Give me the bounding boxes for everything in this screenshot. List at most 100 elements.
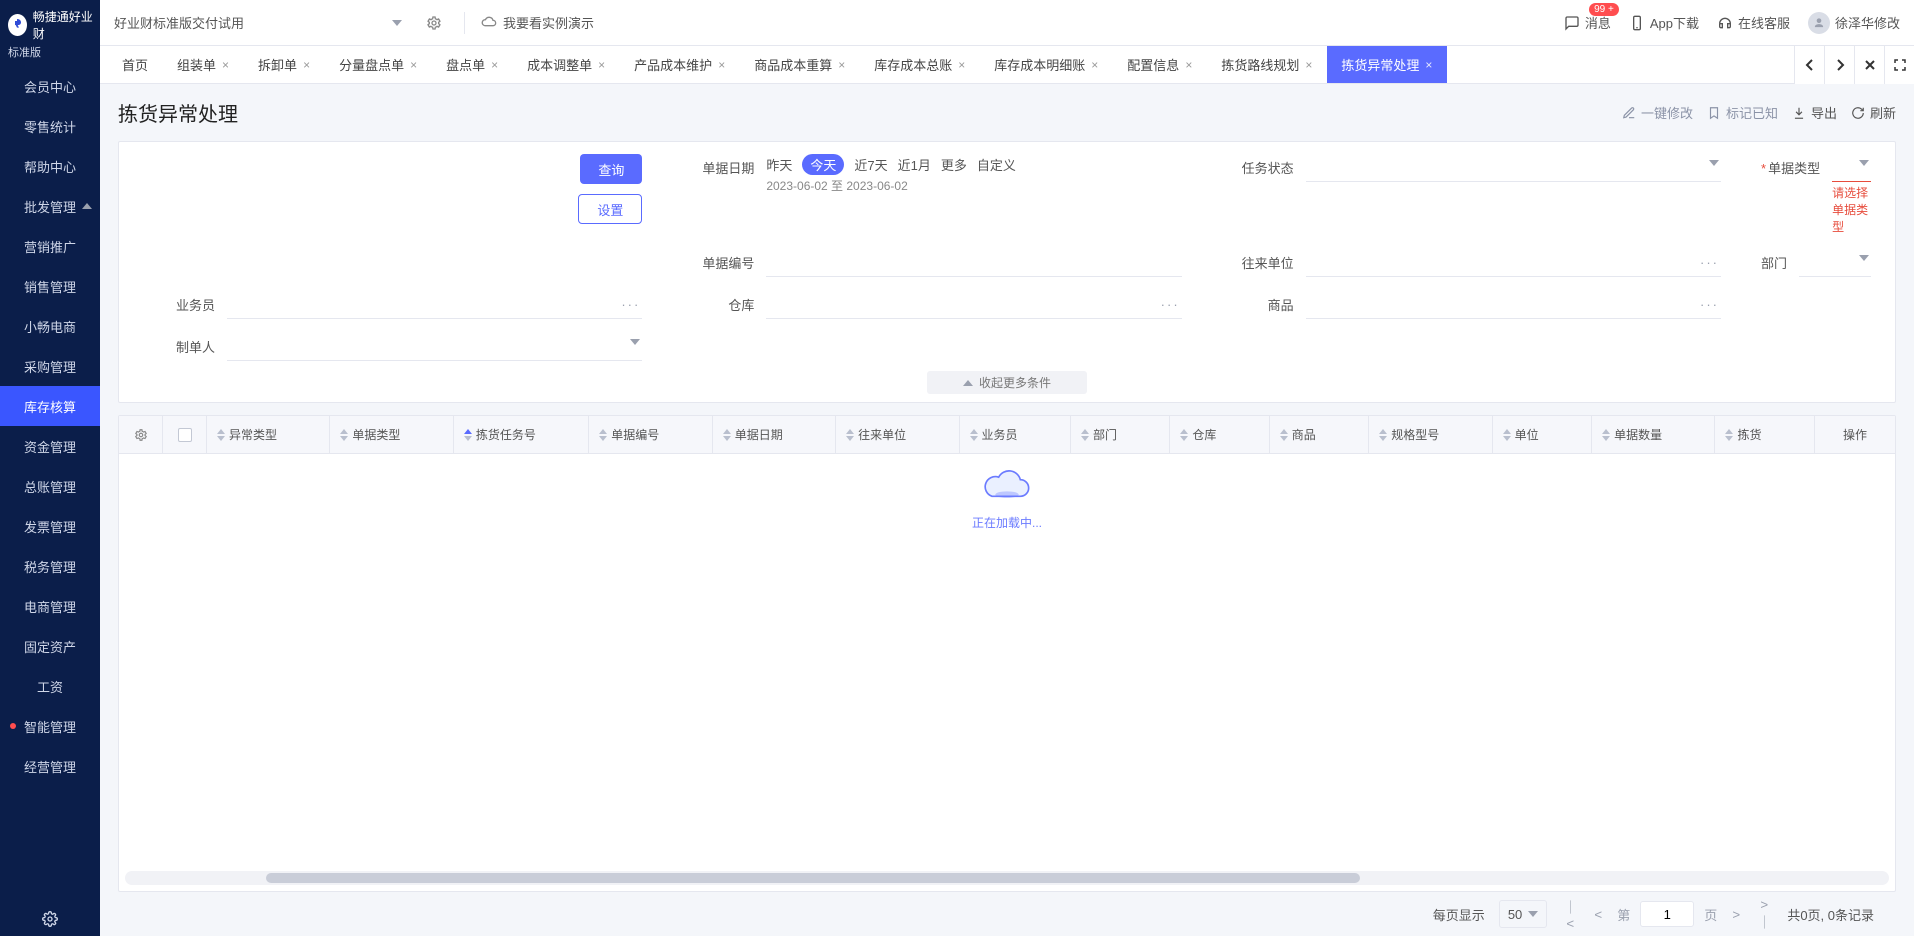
sidebar-item-1[interactable]: 零售统计 [0, 106, 100, 146]
lookup-icon[interactable]: ··· [1700, 255, 1719, 270]
doc-no-input[interactable] [766, 249, 1181, 277]
sidebar-item-11[interactable]: 发票管理 [0, 506, 100, 546]
preset-today[interactable]: 今天 [802, 154, 844, 175]
tab-5[interactable]: 成本调整单× [513, 46, 620, 83]
close-icon[interactable]: × [222, 58, 229, 72]
settings-gear[interactable] [420, 9, 448, 37]
preset-more[interactable]: 更多 [941, 155, 967, 174]
per-page-select[interactable]: 50 [1499, 900, 1547, 928]
preset-yesterday[interactable]: 昨天 [766, 155, 792, 174]
user-menu[interactable]: 徐泽华修改 [1808, 12, 1900, 34]
close-icon[interactable]: × [1425, 58, 1432, 72]
sidebar-item-5[interactable]: 销售管理 [0, 266, 100, 306]
close-icon[interactable]: × [718, 58, 725, 72]
demo-link[interactable]: 我要看实例演示 [481, 13, 594, 32]
sidebar-item-15[interactable]: 工资 [0, 666, 100, 706]
task-status-input[interactable] [1306, 154, 1721, 182]
sidebar-item-12[interactable]: 税务管理 [0, 546, 100, 586]
page-number-input[interactable] [1640, 901, 1694, 927]
column-7[interactable]: 部门 [1071, 416, 1170, 453]
column-2[interactable]: 拣货任务号 [454, 416, 589, 453]
tab-12[interactable]: 拣货异常处理× [1327, 46, 1447, 83]
column-0[interactable]: 异常类型 [207, 416, 330, 453]
column-9[interactable]: 商品 [1270, 416, 1369, 453]
tab-1[interactable]: 组装单× [163, 46, 244, 83]
sidebar-item-6[interactable]: 小畅电商 [0, 306, 100, 346]
page-first[interactable]: ｜< [1561, 905, 1579, 923]
sidebar-item-8[interactable]: 库存核算 [0, 386, 100, 426]
lookup-icon[interactable]: ··· [1161, 297, 1180, 312]
close-icon[interactable]: × [1305, 58, 1312, 72]
partner-input[interactable] [1306, 249, 1721, 277]
dept-input[interactable] [1799, 249, 1871, 277]
column-13[interactable]: 拣货 [1715, 416, 1814, 453]
column-settings[interactable] [119, 416, 163, 453]
sidebar-item-9[interactable]: 资金管理 [0, 426, 100, 466]
tabs-prev[interactable] [1794, 46, 1824, 84]
column-3[interactable]: 单据编号 [589, 416, 712, 453]
sidebar-item-0[interactable]: 会员中心 [0, 66, 100, 106]
column-1[interactable]: 单据类型 [330, 416, 453, 453]
close-icon[interactable]: × [958, 58, 965, 72]
tab-8[interactable]: 库存成本总账× [860, 46, 980, 83]
sidebar-item-16[interactable]: 智能管理 [0, 706, 100, 746]
tab-3[interactable]: 分量盘点单× [325, 46, 432, 83]
close-icon[interactable]: × [303, 58, 310, 72]
lookup-icon[interactable]: ··· [621, 297, 640, 312]
app-download[interactable]: App下载 [1629, 13, 1699, 32]
column-11[interactable]: 单位 [1493, 416, 1592, 453]
tab-9[interactable]: 库存成本明细账× [980, 46, 1113, 83]
sidebar-item-13[interactable]: 电商管理 [0, 586, 100, 626]
tabs-close-all[interactable] [1854, 46, 1884, 84]
tabs-fullscreen[interactable] [1884, 46, 1914, 84]
column-6[interactable]: 业务员 [960, 416, 1071, 453]
tab-7[interactable]: 商品成本重算× [740, 46, 860, 83]
sidebar-item-17[interactable]: 经营管理 [0, 746, 100, 786]
lookup-icon[interactable]: ··· [1700, 297, 1719, 312]
sidebar-item-10[interactable]: 总账管理 [0, 466, 100, 506]
filter-settings-button[interactable]: 设置 [578, 194, 642, 224]
horizontal-scrollbar[interactable] [125, 871, 1889, 885]
close-icon[interactable]: × [1091, 58, 1098, 72]
page-last[interactable]: >｜ [1755, 905, 1773, 923]
tab-2[interactable]: 拆卸单× [244, 46, 325, 83]
suite-selector[interactable]: 好业财标准版交付试用 [114, 13, 402, 32]
sidebar-item-2[interactable]: 帮助中心 [0, 146, 100, 186]
messages-button[interactable]: 消息 99 + [1564, 13, 1611, 32]
support[interactable]: 在线客服 [1717, 13, 1790, 32]
sidebar-item-3[interactable]: 批发管理 [0, 186, 100, 226]
scrollbar-thumb[interactable] [266, 873, 1360, 883]
column-8[interactable]: 仓库 [1170, 416, 1269, 453]
search-button[interactable]: 查询 [580, 154, 642, 184]
tab-11[interactable]: 拣货路线规划× [1207, 46, 1327, 83]
sidebar-item-7[interactable]: 采购管理 [0, 346, 100, 386]
creator-input[interactable] [227, 333, 642, 361]
tabs-next[interactable] [1824, 46, 1854, 84]
column-5[interactable]: 往来单位 [836, 416, 959, 453]
tab-6[interactable]: 产品成本维护× [620, 46, 740, 83]
preset-7d[interactable]: 近7天 [854, 155, 887, 174]
preset-1m[interactable]: 近1月 [898, 155, 931, 174]
salesperson-input[interactable] [227, 291, 642, 319]
close-icon[interactable]: × [598, 58, 605, 72]
column-10[interactable]: 规格型号 [1369, 416, 1492, 453]
preset-custom[interactable]: 自定义 [977, 155, 1016, 174]
tab-10[interactable]: 配置信息× [1113, 46, 1207, 83]
sidebar-item-4[interactable]: 营销推广 [0, 226, 100, 266]
select-all[interactable] [163, 416, 207, 453]
column-12[interactable]: 单据数量 [1592, 416, 1715, 453]
page-next[interactable]: > [1727, 905, 1745, 923]
doc-type-input[interactable] [1832, 154, 1871, 182]
action-batch-edit[interactable]: 一键修改 [1622, 103, 1693, 122]
sidebar-item-14[interactable]: 固定资产 [0, 626, 100, 666]
tab-4[interactable]: 盘点单× [432, 46, 513, 83]
close-icon[interactable]: × [838, 58, 845, 72]
warehouse-input[interactable] [766, 291, 1181, 319]
collapse-filters[interactable]: 收起更多条件 [927, 371, 1087, 394]
action-export[interactable]: 导出 [1792, 103, 1837, 122]
close-icon[interactable]: × [491, 58, 498, 72]
close-icon[interactable]: × [410, 58, 417, 72]
product-input[interactable] [1306, 291, 1721, 319]
column-4[interactable]: 单据日期 [713, 416, 836, 453]
sidebar-settings[interactable] [0, 902, 100, 936]
